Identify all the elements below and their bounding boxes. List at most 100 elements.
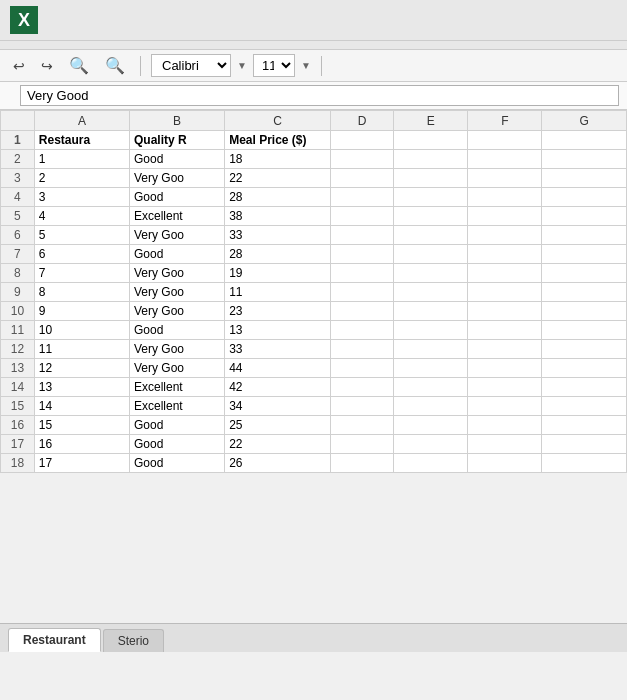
col-header-b[interactable]: B <box>129 111 224 131</box>
cell-18-d[interactable] <box>330 454 393 473</box>
cell-4-c[interactable]: 28 <box>225 188 331 207</box>
bold-button[interactable] <box>332 64 342 68</box>
menu-help[interactable] <box>152 43 160 47</box>
cell-12-a[interactable]: 11 <box>34 340 129 359</box>
col-header-e[interactable]: E <box>394 111 468 131</box>
cell-4-d[interactable] <box>330 188 393 207</box>
cell-16-c[interactable]: 25 <box>225 416 331 435</box>
cell-8-e[interactable] <box>394 264 468 283</box>
cell-9-f[interactable] <box>468 283 542 302</box>
cell-6-c[interactable]: 33 <box>225 226 331 245</box>
cell-11-a[interactable]: 10 <box>34 321 129 340</box>
cell-14-b[interactable]: Excellent <box>129 378 224 397</box>
cell-3-a[interactable]: 2 <box>34 169 129 188</box>
col-header-c[interactable]: C <box>225 111 331 131</box>
cell-8-d[interactable] <box>330 264 393 283</box>
cell-18-b[interactable]: Good <box>129 454 224 473</box>
cell-4-f[interactable] <box>468 188 542 207</box>
cell-17-f[interactable] <box>468 435 542 454</box>
cell-12-f[interactable] <box>468 340 542 359</box>
cell-14-g[interactable] <box>542 378 627 397</box>
cell-2-b[interactable]: Good <box>129 150 224 169</box>
cell-2-f[interactable] <box>468 150 542 169</box>
cell-7-a[interactable]: 6 <box>34 245 129 264</box>
cell-5-b[interactable]: Excellent <box>129 207 224 226</box>
underline-button[interactable] <box>364 64 374 68</box>
font-selector[interactable]: Calibri <box>151 54 231 77</box>
cell-7-b[interactable]: Good <box>129 245 224 264</box>
cell-17-a[interactable]: 16 <box>34 435 129 454</box>
cell-16-f[interactable] <box>468 416 542 435</box>
cell-17-c[interactable]: 22 <box>225 435 331 454</box>
cell-4-g[interactable] <box>542 188 627 207</box>
cell-10-b[interactable]: Very Goo <box>129 302 224 321</box>
cell-2-g[interactable] <box>542 150 627 169</box>
cell-6-a[interactable]: 5 <box>34 226 129 245</box>
cell-15-g[interactable] <box>542 397 627 416</box>
cell-17-b[interactable]: Good <box>129 435 224 454</box>
cell-16-e[interactable] <box>394 416 468 435</box>
cell-8-g[interactable] <box>542 264 627 283</box>
cell-6-b[interactable]: Very Goo <box>129 226 224 245</box>
cell-3-f[interactable] <box>468 169 542 188</box>
cell-7-e[interactable] <box>394 245 468 264</box>
cell-5-f[interactable] <box>468 207 542 226</box>
cell-7-f[interactable] <box>468 245 542 264</box>
cell-13-a[interactable]: 12 <box>34 359 129 378</box>
cell-10-g[interactable] <box>542 302 627 321</box>
cell-1-e[interactable] <box>394 131 468 150</box>
cell-11-c[interactable]: 13 <box>225 321 331 340</box>
cell-3-e[interactable] <box>394 169 468 188</box>
cell-2-c[interactable]: 18 <box>225 150 331 169</box>
cell-16-d[interactable] <box>330 416 393 435</box>
cell-5-a[interactable]: 4 <box>34 207 129 226</box>
cell-16-b[interactable]: Good <box>129 416 224 435</box>
cell-11-b[interactable]: Good <box>129 321 224 340</box>
cell-3-d[interactable] <box>330 169 393 188</box>
cell-17-e[interactable] <box>394 435 468 454</box>
cell-1-f[interactable] <box>468 131 542 150</box>
cell-18-e[interactable] <box>394 454 468 473</box>
cell-5-e[interactable] <box>394 207 468 226</box>
cell-10-a[interactable]: 9 <box>34 302 129 321</box>
cell-17-g[interactable] <box>542 435 627 454</box>
italic-button[interactable] <box>348 64 358 68</box>
cell-4-a[interactable]: 3 <box>34 188 129 207</box>
cell-12-c[interactable]: 33 <box>225 340 331 359</box>
cell-16-a[interactable]: 15 <box>34 416 129 435</box>
cell-1-d[interactable] <box>330 131 393 150</box>
cell-2-e[interactable] <box>394 150 468 169</box>
font-size-selector[interactable]: 11 <box>253 54 295 77</box>
cell-1-a[interactable]: Restaura <box>34 131 129 150</box>
cell-12-b[interactable]: Very Goo <box>129 340 224 359</box>
undo-button[interactable]: ↩ <box>8 56 30 76</box>
cell-3-c[interactable]: 22 <box>225 169 331 188</box>
cell-9-c[interactable]: 11 <box>225 283 331 302</box>
col-header-g[interactable]: G <box>542 111 627 131</box>
cell-13-g[interactable] <box>542 359 627 378</box>
cell-9-e[interactable] <box>394 283 468 302</box>
cell-6-e[interactable] <box>394 226 468 245</box>
cell-17-d[interactable] <box>330 435 393 454</box>
col-header-d[interactable]: D <box>330 111 393 131</box>
cell-8-b[interactable]: Very Goo <box>129 264 224 283</box>
menu-edit[interactable] <box>74 43 82 47</box>
cell-5-d[interactable] <box>330 207 393 226</box>
cell-1-g[interactable] <box>542 131 627 150</box>
cell-6-g[interactable] <box>542 226 627 245</box>
cell-15-a[interactable]: 14 <box>34 397 129 416</box>
cell-18-c[interactable]: 26 <box>225 454 331 473</box>
formula-input[interactable] <box>20 85 619 106</box>
cell-8-f[interactable] <box>468 264 542 283</box>
cell-13-d[interactable] <box>330 359 393 378</box>
cell-10-c[interactable]: 23 <box>225 302 331 321</box>
col-header-a[interactable]: A <box>34 111 129 131</box>
cell-9-a[interactable]: 8 <box>34 283 129 302</box>
cell-10-e[interactable] <box>394 302 468 321</box>
cell-12-g[interactable] <box>542 340 627 359</box>
cell-7-g[interactable] <box>542 245 627 264</box>
cell-15-c[interactable]: 34 <box>225 397 331 416</box>
cell-1-c[interactable]: Meal Price ($) <box>225 131 331 150</box>
menu-format[interactable] <box>126 43 134 47</box>
cell-7-c[interactable]: 28 <box>225 245 331 264</box>
